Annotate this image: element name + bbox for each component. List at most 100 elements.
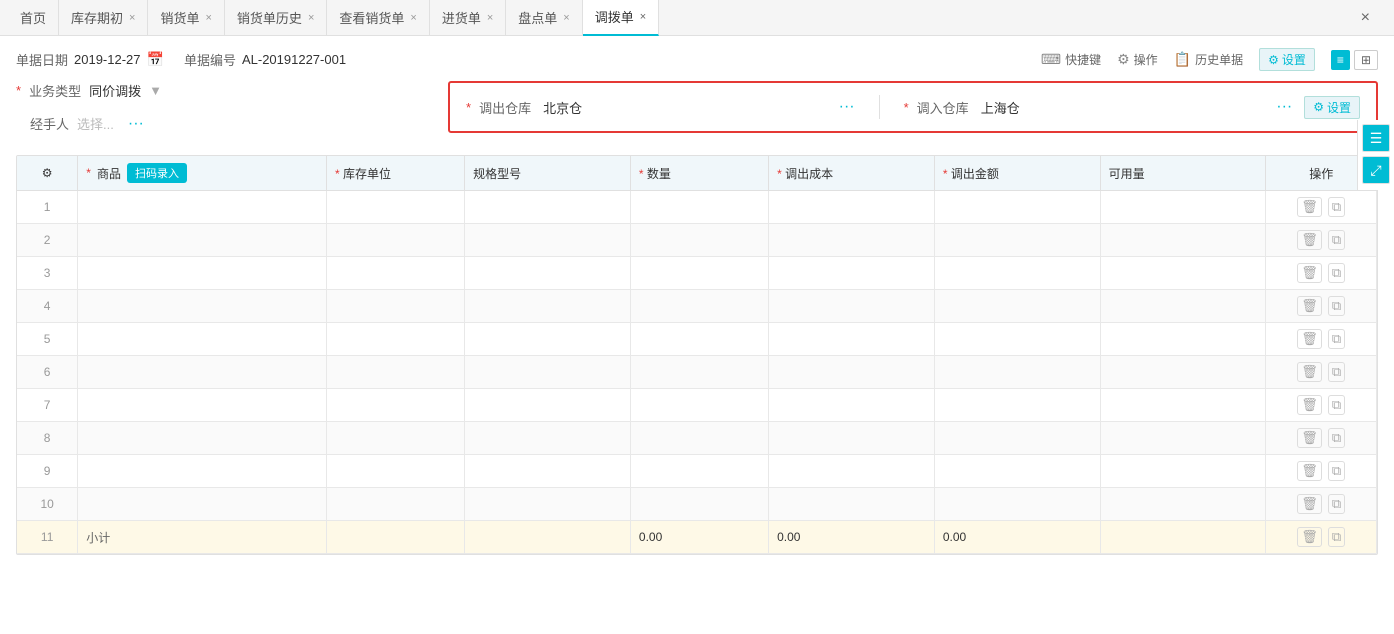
copy-icon-9[interactable]: ⧉: [1328, 461, 1345, 481]
copy-icon-2[interactable]: ⧉: [1328, 230, 1345, 250]
cell-cost-10: [769, 488, 935, 521]
grid-view-button[interactable]: ⊞: [1354, 50, 1378, 70]
cell-spec-6: [465, 356, 631, 389]
sidebar-list-icon[interactable]: ☰: [1362, 124, 1390, 152]
tab-home[interactable]: 首页: [8, 0, 59, 36]
delete-icon-6[interactable]: 🗑: [1297, 362, 1322, 382]
shortcuts-button[interactable]: ⌨ 快捷键: [1041, 51, 1101, 68]
tab-close-sales-order[interactable]: ×: [205, 12, 211, 24]
th-settings[interactable]: ⚙: [17, 156, 78, 191]
cell-product-7[interactable]: [78, 389, 327, 422]
copy-icon-8[interactable]: ⧉: [1328, 428, 1345, 448]
cell-product-8[interactable]: [78, 422, 327, 455]
list-view-button[interactable]: ≡: [1331, 50, 1350, 70]
scan-entry-button[interactable]: 扫码录入: [127, 163, 187, 183]
copy-icon-3[interactable]: ⧉: [1328, 263, 1345, 283]
cell-cost-7: [769, 389, 935, 422]
cell-product-1[interactable]: [78, 191, 327, 224]
cell-amount-3: [934, 257, 1100, 290]
copy-icon-5[interactable]: ⧉: [1328, 329, 1345, 349]
warehouse-settings-button[interactable]: ⚙ 设置: [1304, 96, 1360, 119]
tab-close-purchase[interactable]: ×: [487, 12, 493, 24]
row-num-4: 4: [17, 290, 78, 323]
handler-more-icon[interactable]: ···: [128, 115, 144, 133]
delete-icon-4[interactable]: 🗑: [1297, 296, 1322, 316]
copy-icon-11[interactable]: ⧉: [1328, 527, 1345, 547]
copy-icon-7[interactable]: ⧉: [1328, 395, 1345, 415]
cell-avail-10: [1100, 488, 1266, 521]
th-available: 可用量: [1100, 156, 1266, 191]
list-icon: ☰: [1370, 130, 1383, 147]
table-row: 5 🗑 ⧉: [17, 323, 1377, 356]
window-close-button[interactable]: ×: [1353, 5, 1378, 31]
date-field: 单据日期 2019-12-27 📅: [16, 50, 164, 69]
row-num-8: 8: [17, 422, 78, 455]
handler-field[interactable]: 选择... ···: [77, 114, 144, 133]
th-product: * 商品 扫码录入: [78, 156, 327, 191]
cell-product-3[interactable]: [78, 257, 327, 290]
history-button[interactable]: 📋 历史单据: [1174, 51, 1243, 68]
delete-icon-10[interactable]: 🗑: [1297, 494, 1322, 514]
tab-purchase[interactable]: 进货单 ×: [430, 0, 506, 36]
cell-unit-6: [326, 356, 464, 389]
ops-cell-9: 🗑 ⧉: [1266, 455, 1377, 488]
delete-icon-3[interactable]: 🗑: [1297, 263, 1322, 283]
right-sidebar: ☰ ⤢: [1357, 120, 1394, 190]
tab-close-stock-init[interactable]: ×: [129, 12, 135, 24]
settings-icon: ⚙: [1268, 53, 1279, 67]
grid-view-icon: ⊞: [1361, 53, 1371, 67]
delete-icon-8[interactable]: 🗑: [1297, 428, 1322, 448]
delete-icon-2[interactable]: 🗑: [1297, 230, 1322, 250]
cell-qty-8: [630, 422, 768, 455]
tab-inventory[interactable]: 盘点单 ×: [506, 0, 582, 36]
warehouse-in-value: 上海仓: [981, 98, 1020, 117]
tab-transfer[interactable]: 调拨单 ×: [583, 0, 659, 36]
ops-cell-5: 🗑 ⧉: [1266, 323, 1377, 356]
cell-avail-7: [1100, 389, 1266, 422]
warehouse-out-more[interactable]: ···: [839, 98, 855, 116]
tab-close-sales-history[interactable]: ×: [308, 12, 314, 24]
tab-stock-init[interactable]: 库存期初 ×: [59, 0, 148, 36]
operations-button[interactable]: ⚙ 操作: [1117, 51, 1158, 68]
date-label: 单据日期: [16, 50, 68, 69]
copy-icon-4[interactable]: ⧉: [1328, 296, 1345, 316]
cell-product-10[interactable]: [78, 488, 327, 521]
delete-icon-7[interactable]: 🗑: [1297, 395, 1322, 415]
cell-product-9[interactable]: [78, 455, 327, 488]
delete-icon-11[interactable]: 🗑: [1297, 527, 1322, 547]
cell-unit-4: [326, 290, 464, 323]
copy-icon-10[interactable]: ⧉: [1328, 494, 1345, 514]
tab-close-transfer[interactable]: ×: [640, 11, 646, 23]
copy-icon-1[interactable]: ⧉: [1328, 197, 1345, 217]
dropdown-icon[interactable]: ▼: [149, 83, 162, 98]
row-num-3: 3: [17, 257, 78, 290]
row-num-1: 1: [17, 191, 78, 224]
cell-avail-3: [1100, 257, 1266, 290]
delete-icon-5[interactable]: 🗑: [1297, 329, 1322, 349]
toolbar-right: ⌨ 快捷键 ⚙ 操作 📋 历史单据 ⚙ 设置 ≡ ⊞: [1041, 48, 1378, 71]
cell-product-4[interactable]: [78, 290, 327, 323]
settings-button[interactable]: ⚙ 设置: [1259, 48, 1315, 71]
tab-sales-order[interactable]: 销货单 ×: [148, 0, 224, 36]
warehouse-in-more[interactable]: ···: [1276, 98, 1292, 116]
copy-icon-6[interactable]: ⧉: [1328, 362, 1345, 382]
sidebar-expand-icon[interactable]: ⤢: [1362, 156, 1390, 184]
cell-product-2[interactable]: [78, 224, 327, 257]
cell-cost-5: [769, 323, 935, 356]
tab-close-inventory[interactable]: ×: [563, 12, 569, 24]
table-settings-icon[interactable]: ⚙: [42, 166, 53, 180]
tab-close-view-sales[interactable]: ×: [410, 12, 416, 24]
cell-amount-7: [934, 389, 1100, 422]
cell-qty-7: [630, 389, 768, 422]
tab-sales-history[interactable]: 销货单历史 ×: [225, 0, 327, 36]
delete-icon-9[interactable]: 🗑: [1297, 461, 1322, 481]
business-type-select[interactable]: 同价调拨 ▼: [89, 81, 249, 100]
delete-icon-1[interactable]: 🗑: [1297, 197, 1322, 217]
tab-view-sales[interactable]: 查看销货单 ×: [327, 0, 429, 36]
cell-product-6[interactable]: [78, 356, 327, 389]
calendar-icon[interactable]: 📅: [147, 51, 164, 68]
table-row: 8 🗑 ⧉: [17, 422, 1377, 455]
cell-amount-2: [934, 224, 1100, 257]
cell-product-5[interactable]: [78, 323, 327, 356]
table-row: 6 🗑 ⧉: [17, 356, 1377, 389]
